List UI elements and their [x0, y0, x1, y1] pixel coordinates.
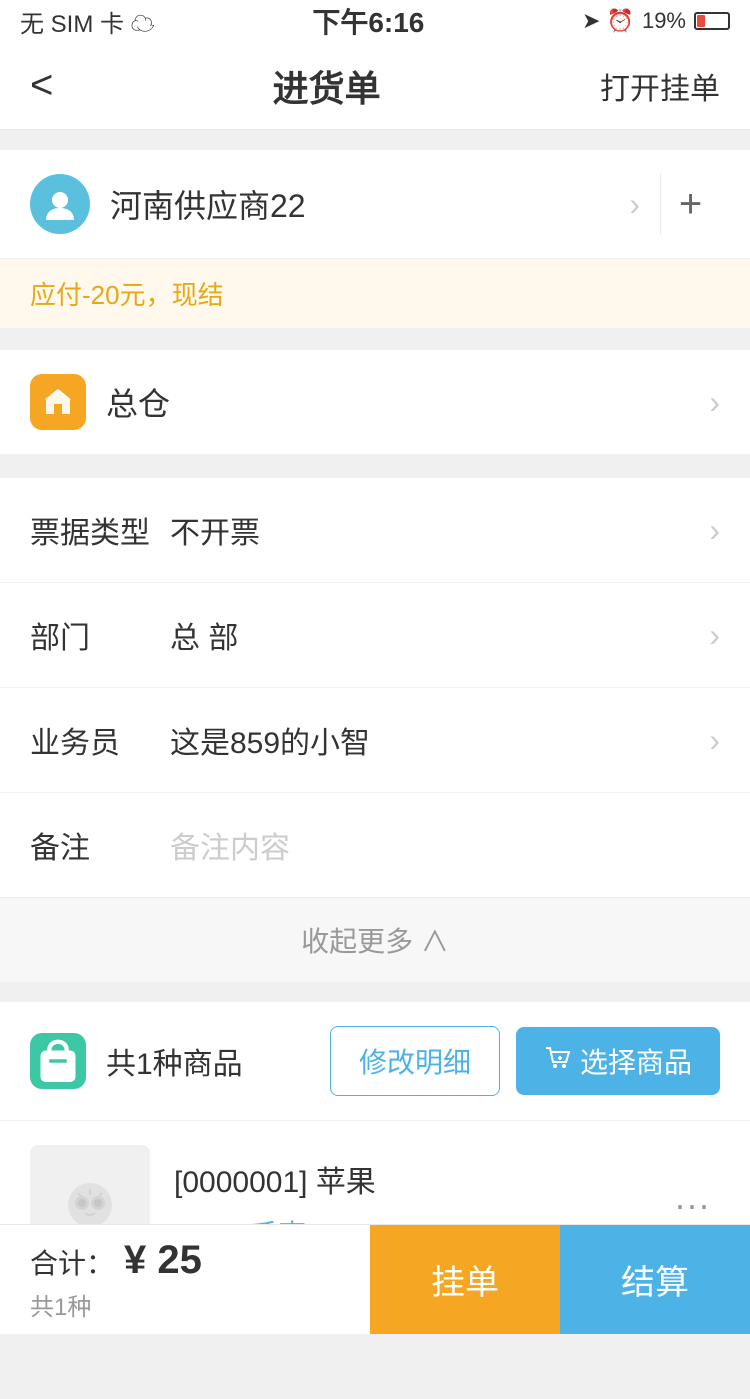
select-product-label: 选择商品 — [580, 1041, 692, 1081]
supplier-name: 河南供应商22 — [110, 181, 629, 227]
add-supplier-button[interactable]: + — [660, 174, 720, 234]
checkout-button[interactable]: 结算 — [560, 1225, 750, 1334]
supplier-avatar — [30, 174, 90, 234]
battery-icon: ➤ ⏰ — [582, 8, 634, 34]
product-code: [0000001] — [174, 1166, 307, 1199]
salesperson-chevron-icon: › — [709, 722, 720, 759]
status-time: 下午6:16 — [312, 1, 424, 41]
form-section: 票据类型 不开票 › 部门 总 部 › 业务员 这是859的小智 › 备注 备注… — [0, 478, 750, 897]
supplier-row[interactable]: 河南供应商22 › + — [0, 150, 750, 259]
salesperson-row[interactable]: 业务员 这是859的小智 › — [0, 688, 750, 793]
battery-percent: 19% — [642, 8, 686, 34]
product-icon — [30, 1033, 86, 1089]
invoice-type-label: 票据类型 — [30, 508, 170, 552]
product-name: [0000001] 苹果 — [174, 1157, 664, 1201]
top-divider — [0, 130, 750, 150]
remark-row[interactable]: 备注 备注内容 — [0, 793, 750, 897]
product-title: 苹果 — [316, 1166, 376, 1199]
product-count: 共1种商品 — [106, 1039, 330, 1083]
remark-value: 备注内容 — [170, 823, 720, 867]
hang-button[interactable]: 挂单 — [370, 1225, 560, 1334]
warehouse-section: 总仓 › — [0, 350, 750, 454]
bag-icon — [30, 1033, 86, 1089]
supplier-notice: 应付-20元，现结 — [0, 259, 750, 328]
collapse-bar[interactable]: 收起更多 ∧ — [0, 897, 750, 982]
page-title: 进货单 — [273, 60, 381, 112]
total-amount: ¥ 25 — [124, 1238, 202, 1283]
status-bar: 无 SIM 卡 ☁ 下午6:16 ➤ ⏰ 19% — [0, 0, 750, 42]
total-label: 合计： — [30, 1242, 114, 1282]
divider-3 — [0, 982, 750, 1002]
sim-status: 无 SIM 卡 ☁ — [20, 4, 155, 39]
person-icon — [42, 186, 78, 222]
cart-icon — [544, 1045, 572, 1077]
invoice-type-row[interactable]: 票据类型 不开票 › — [0, 478, 750, 583]
department-value: 总 部 — [170, 613, 709, 657]
total-sub: 共1种 — [30, 1287, 340, 1322]
invoice-type-value: 不开票 — [170, 508, 709, 552]
back-button[interactable]: < — [30, 63, 53, 108]
salesperson-value: 这是859的小智 — [170, 718, 709, 762]
edit-detail-button[interactable]: 修改明细 — [330, 1026, 500, 1096]
invoice-chevron-icon: › — [709, 512, 720, 549]
department-chevron-icon: › — [709, 617, 720, 654]
battery-bar — [694, 12, 730, 30]
salesperson-label: 业务员 — [30, 718, 170, 762]
total-section: 合计： ¥ 25 共1种 — [0, 1225, 370, 1334]
divider-2 — [0, 456, 750, 476]
warehouse-name: 总仓 — [106, 379, 709, 425]
status-left: 无 SIM 卡 ☁ — [20, 4, 155, 39]
remark-label: 备注 — [30, 823, 170, 867]
select-product-button[interactable]: 选择商品 — [516, 1027, 720, 1095]
house-icon — [42, 386, 74, 418]
department-row[interactable]: 部门 总 部 › — [0, 583, 750, 688]
nav-bar: < 进货单 打开挂单 — [0, 42, 750, 130]
bottom-bar: 合计： ¥ 25 共1种 挂单 结算 — [0, 1224, 750, 1334]
total-line: 合计： ¥ 25 — [30, 1238, 340, 1283]
warehouse-chevron-icon: › — [709, 384, 720, 421]
warehouse-icon — [30, 374, 86, 430]
department-label: 部门 — [30, 613, 170, 657]
open-pending-button[interactable]: 打开挂单 — [600, 64, 720, 108]
product-header: 共1种商品 修改明细 选择商品 — [0, 1002, 750, 1120]
warehouse-row[interactable]: 总仓 › — [0, 350, 750, 454]
divider-1 — [0, 330, 750, 350]
supplier-chevron-icon: › — [629, 186, 640, 223]
status-right: ➤ ⏰ 19% — [582, 8, 730, 34]
supplier-section: 河南供应商22 › + 应付-20元，现结 — [0, 150, 750, 328]
